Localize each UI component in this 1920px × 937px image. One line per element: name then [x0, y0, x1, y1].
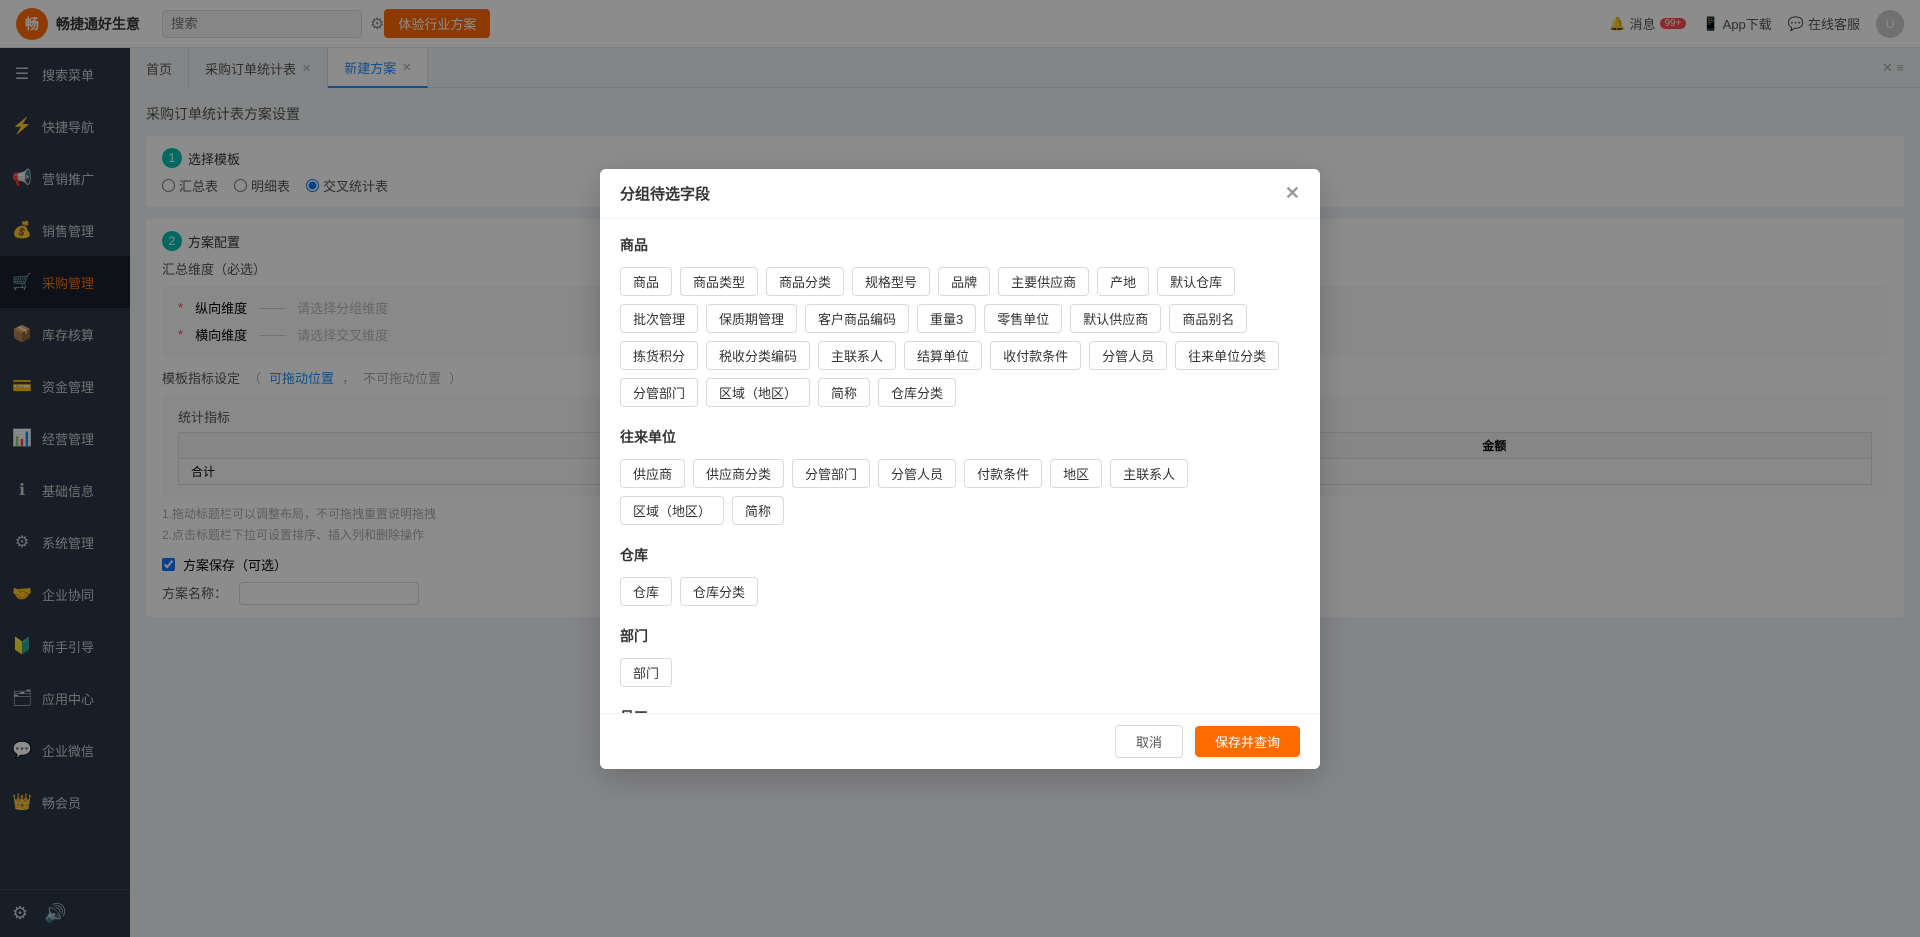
field-tag-0-22[interactable]: 分管部门	[620, 378, 698, 407]
modal-footer: 取消 保存并查询	[600, 713, 1320, 769]
field-tag-0-7[interactable]: 默认仓库	[1157, 267, 1235, 296]
field-tag-3-0[interactable]: 部门	[620, 658, 672, 687]
field-tag-1-4[interactable]: 付款条件	[964, 459, 1042, 488]
field-tag-0-25[interactable]: 仓库分类	[878, 378, 956, 407]
field-tag-1-1[interactable]: 供应商分类	[693, 459, 784, 488]
field-tag-0-17[interactable]: 主联系人	[818, 341, 896, 370]
field-tags-3: 部门	[620, 658, 1300, 687]
field-group-3: 部门部门	[620, 626, 1300, 687]
field-tag-0-3[interactable]: 规格型号	[852, 267, 930, 296]
field-tag-0-20[interactable]: 分管人员	[1089, 341, 1167, 370]
field-tags-2: 仓库仓库分类	[620, 577, 1300, 606]
field-tags-1: 供应商供应商分类分管部门分管人员付款条件地区主联系人区域（地区） 简称	[620, 459, 1300, 525]
field-tag-0-16[interactable]: 税收分类编码	[706, 341, 810, 370]
modal-body[interactable]: 商品商品商品类型商品分类规格型号品牌主要供应商产地默认仓库批次管理保质期管理客户…	[600, 219, 1320, 713]
field-tag-1-2[interactable]: 分管部门	[792, 459, 870, 488]
field-tag-1-3[interactable]: 分管人员	[878, 459, 956, 488]
field-tag-0-13[interactable]: 默认供应商	[1070, 304, 1161, 333]
field-tag-0-18[interactable]: 结算单位	[904, 341, 982, 370]
field-tag-0-21[interactable]: 往来单位分类	[1175, 341, 1279, 370]
field-tag-0-24[interactable]: 简称	[818, 378, 870, 407]
field-group-title-1: 往来单位	[620, 427, 1300, 447]
field-tag-0-11[interactable]: 重量3	[917, 304, 976, 333]
field-tag-1-8[interactable]: 简称	[732, 496, 784, 525]
field-group-0: 商品商品商品类型商品分类规格型号品牌主要供应商产地默认仓库批次管理保质期管理客户…	[620, 235, 1300, 407]
field-tag-0-4[interactable]: 品牌	[938, 267, 990, 296]
field-group-title-2: 仓库	[620, 545, 1300, 565]
field-tag-0-8[interactable]: 批次管理	[620, 304, 698, 333]
field-group-2: 仓库仓库仓库分类	[620, 545, 1300, 606]
modal-header: 分组待选字段 ✕	[600, 169, 1320, 219]
field-tag-2-0[interactable]: 仓库	[620, 577, 672, 606]
field-tag-0-19[interactable]: 收付款条件	[990, 341, 1081, 370]
modal-title: 分组待选字段	[620, 183, 710, 204]
field-tag-1-6[interactable]: 主联系人	[1110, 459, 1188, 488]
modal-close-button[interactable]: ✕	[1285, 183, 1300, 204]
field-tags-0: 商品商品类型商品分类规格型号品牌主要供应商产地默认仓库批次管理保质期管理客户商品…	[620, 267, 1300, 407]
field-tag-0-10[interactable]: 客户商品编码	[805, 304, 909, 333]
field-tag-2-1[interactable]: 仓库分类	[680, 577, 758, 606]
field-tag-0-6[interactable]: 产地	[1097, 267, 1149, 296]
field-tag-0-12[interactable]: 零售单位	[984, 304, 1062, 333]
field-group-1: 往来单位供应商供应商分类分管部门分管人员付款条件地区主联系人区域（地区） 简称	[620, 427, 1300, 525]
field-tag-0-15[interactable]: 拣货积分	[620, 341, 698, 370]
modal-overlay: 分组待选字段 ✕ 商品商品商品类型商品分类规格型号品牌主要供应商产地默认仓库批次…	[0, 0, 1920, 937]
modal: 分组待选字段 ✕ 商品商品商品类型商品分类规格型号品牌主要供应商产地默认仓库批次…	[600, 169, 1320, 769]
field-group-title-3: 部门	[620, 626, 1300, 646]
field-tag-0-1[interactable]: 商品类型	[680, 267, 758, 296]
field-tag-0-9[interactable]: 保质期管理	[706, 304, 797, 333]
field-tag-0-0[interactable]: 商品	[620, 267, 672, 296]
field-tag-0-5[interactable]: 主要供应商	[998, 267, 1089, 296]
field-tag-0-2[interactable]: 商品分类	[766, 267, 844, 296]
field-group-title-0: 商品	[620, 235, 1300, 255]
field-tag-1-0[interactable]: 供应商	[620, 459, 685, 488]
field-tag-1-7[interactable]: 区域（地区）	[620, 496, 724, 525]
field-tag-1-5[interactable]: 地区	[1050, 459, 1102, 488]
cancel-button[interactable]: 取消	[1115, 725, 1183, 758]
confirm-button[interactable]: 保存并查询	[1195, 726, 1300, 757]
field-tag-0-14[interactable]: 商品别名	[1169, 304, 1247, 333]
field-tag-0-23[interactable]: 区域（地区）	[706, 378, 810, 407]
